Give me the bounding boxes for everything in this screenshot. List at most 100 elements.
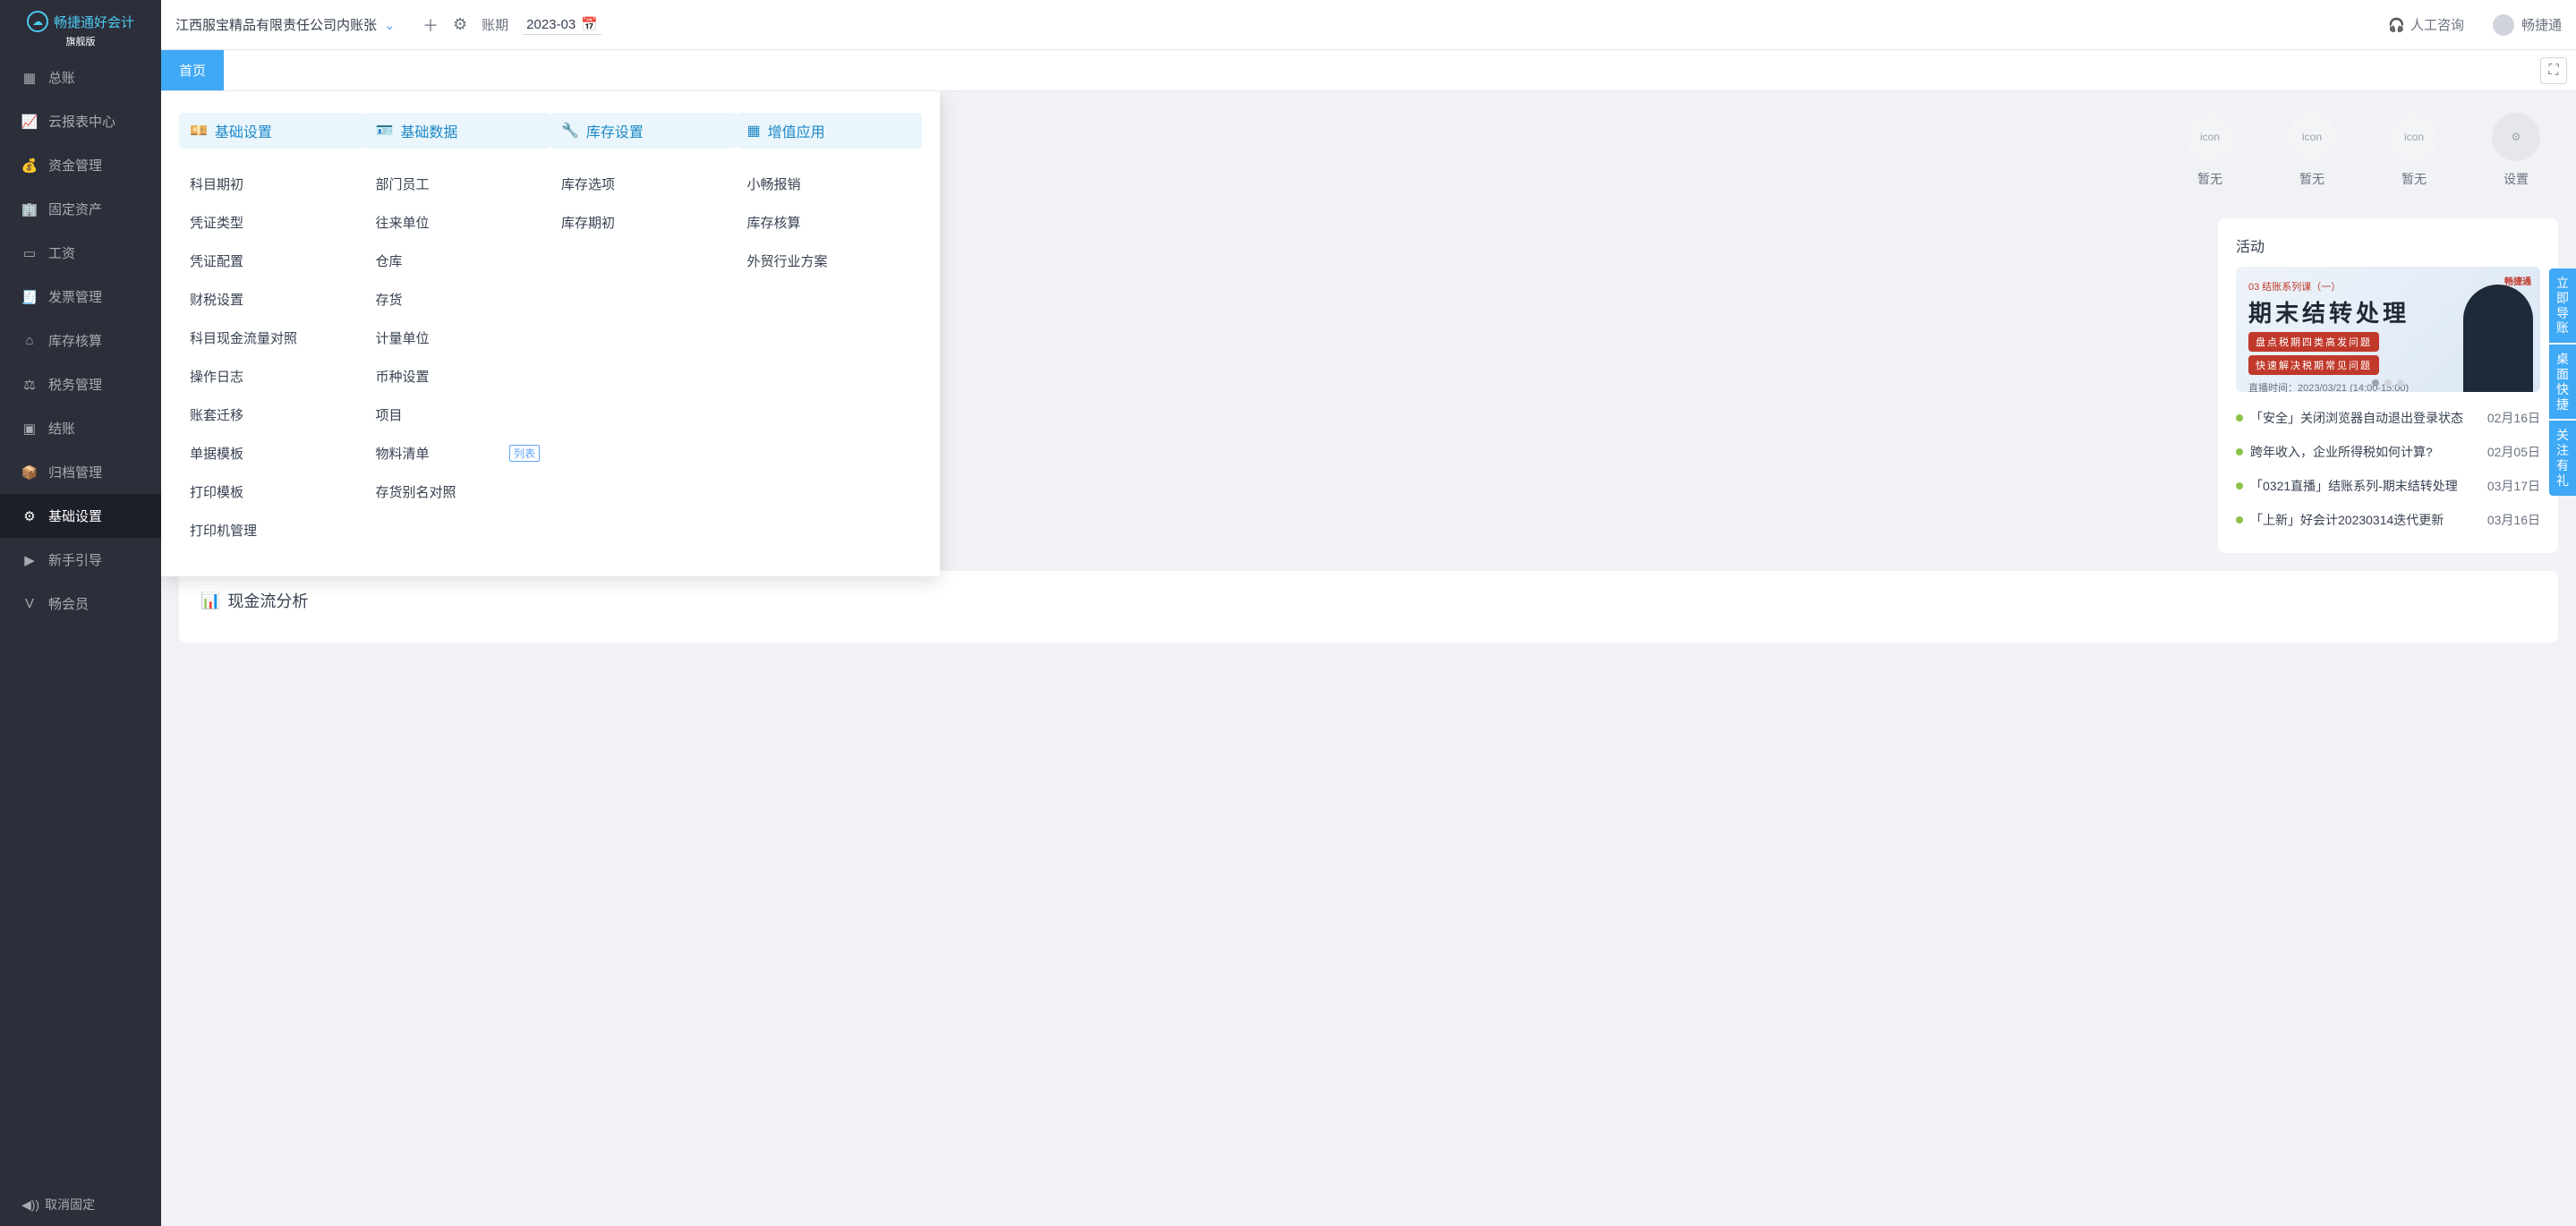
news-item[interactable]: 跨年收入，企业所得税如何计算?02月05日 — [2236, 435, 2540, 469]
float-follow-button[interactable]: 关注有礼 — [2549, 421, 2576, 495]
mega-item-goods-alias[interactable]: 存货别名对照 — [365, 473, 551, 511]
mega-item-voucher-config[interactable]: 凭证配置 — [179, 242, 365, 280]
quick-item-settings[interactable]: ⚙ 设置 — [2492, 113, 2540, 188]
float-import-button[interactable]: 立即导账 — [2549, 268, 2576, 343]
mega-header-value-added: ▦ 增值应用 — [737, 113, 923, 149]
banner-presenter-photo — [2463, 285, 2533, 392]
org-name: 江西服宝精品有限责任公司内账张 — [175, 15, 377, 34]
sidebar-item-settings[interactable]: ⚙基础设置 — [0, 494, 161, 538]
mega-header-basic-data: 🪪 基础数据 — [365, 113, 551, 149]
sidebar-item-tax[interactable]: ⚖税务管理 — [0, 362, 161, 406]
yen-note-icon: 💴 — [190, 122, 208, 140]
user-menu[interactable]: 畅捷通 — [2493, 14, 2562, 36]
float-shortcut-button[interactable]: 桌面快捷 — [2549, 345, 2576, 419]
sidebar-item-guide[interactable]: ▶新手引导 — [0, 538, 161, 582]
mega-item-doc-template[interactable]: 单据模板 — [179, 434, 365, 473]
org-selector[interactable]: 江西服宝精品有限责任公司内账张 ⌄ — [175, 15, 408, 34]
close-period-icon: ▣ — [21, 421, 38, 437]
mega-header-basic-settings: 💴 基础设置 — [179, 113, 365, 149]
mega-item-cashflow-mapping[interactable]: 科目现金流量对照 — [179, 319, 365, 357]
mega-item-inventory-initial[interactable]: 库存期初 — [550, 203, 737, 242]
calendar-icon: 📅 — [581, 16, 598, 32]
mega-item-print-template[interactable]: 打印模板 — [179, 473, 365, 511]
inventory-icon: ⌂ — [21, 333, 38, 349]
expand-icon: ⛶ — [2548, 63, 2558, 79]
wallet-icon: 💰 — [21, 158, 38, 174]
mega-item-bom[interactable]: 物料清单列表 — [365, 434, 551, 473]
gear-icon: ⚙ — [2492, 113, 2540, 161]
mega-item-inventory-options[interactable]: 库存选项 — [550, 165, 737, 203]
quick-item-empty-1[interactable]: icon 暂无 — [2186, 113, 2234, 188]
quick-item-empty-2[interactable]: icon 暂无 — [2288, 113, 2336, 188]
mega-item-stock-costing[interactable]: 库存核算 — [737, 203, 923, 242]
sidebar-nav: ▦总账 📈云报表中心 💰资金管理 🏢固定资产 ▭工资 🧾发票管理 ⌂库存核算 ⚖… — [0, 55, 161, 1183]
brand-name: 畅捷通好会计 — [54, 13, 134, 31]
sidebar-item-close[interactable]: ▣结账 — [0, 406, 161, 450]
dot-1[interactable] — [2372, 379, 2379, 387]
cashflow-panel: 📊 现金流分析 — [179, 571, 2558, 643]
archive-icon: 📦 — [21, 464, 38, 481]
mega-menu: 💴 基础设置 科目期初 凭证类型 凭证配置 财税设置 科目现金流量对照 操作日志… — [161, 91, 940, 576]
mega-item-contacts[interactable]: 往来单位 — [365, 203, 551, 242]
mega-item-currency[interactable]: 币种设置 — [365, 357, 551, 396]
mega-item-project[interactable]: 项目 — [365, 396, 551, 434]
mega-item-subject-initial[interactable]: 科目期初 — [179, 165, 365, 203]
gear-icon: ⚙ — [21, 508, 38, 524]
bullet-icon — [2236, 516, 2243, 524]
sidebar-item-ledger[interactable]: ▦总账 — [0, 55, 161, 99]
mega-col-inventory-settings: 🔧 库存设置 库存选项 库存期初 — [550, 113, 737, 549]
tag-list: 列表 — [509, 445, 540, 462]
activity-banner[interactable]: 畅捷通 03 结账系列课（一） 期末结转处理 盘点税期四类高发问题 快速解决税期… — [2236, 267, 2540, 392]
news-item[interactable]: 「上新」好会计20230314迭代更新03月16日 — [2236, 503, 2540, 537]
placeholder-icon: icon — [2288, 113, 2336, 161]
tabbar: 首页 ⛶ — [161, 50, 2576, 91]
support-button[interactable]: 🎧 人工咨询 — [2388, 15, 2464, 34]
mega-col-basic-data: 🪪 基础数据 部门员工 往来单位 仓库 存货 计量单位 币种设置 项目 物料清单… — [365, 113, 551, 549]
carousel-dots[interactable] — [2236, 379, 2540, 387]
tab-home[interactable]: 首页 — [161, 50, 224, 90]
avatar — [2493, 14, 2514, 36]
book-icon: ▦ — [21, 70, 38, 86]
sidebar-pin-toggle[interactable]: ◀)) 取消固定 — [0, 1183, 161, 1226]
news-item[interactable]: 「安全」关闭浏览器自动退出登录状态02月16日 — [2236, 401, 2540, 435]
mega-item-units[interactable]: 计量单位 — [365, 319, 551, 357]
sidebar-item-assets[interactable]: 🏢固定资产 — [0, 187, 161, 231]
sidebar-item-invoice[interactable]: 🧾发票管理 — [0, 275, 161, 319]
settings-button[interactable]: ⚙ — [453, 15, 467, 34]
mega-item-voucher-type[interactable]: 凭证类型 — [179, 203, 365, 242]
fullscreen-button[interactable]: ⛶ — [2540, 57, 2567, 84]
sidebar-item-payroll[interactable]: ▭工资 — [0, 231, 161, 275]
mega-item-foreign-trade[interactable]: 外贸行业方案 — [737, 242, 923, 280]
news-item[interactable]: 「0321直播」结账系列-期末结转处理03月17日 — [2236, 469, 2540, 503]
sidebar-item-reports[interactable]: 📈云报表中心 — [0, 99, 161, 143]
invoice-icon: 🧾 — [21, 289, 38, 305]
sidebar-item-funds[interactable]: 💰资金管理 — [0, 143, 161, 187]
mega-item-goods[interactable]: 存货 — [365, 280, 551, 319]
add-button[interactable]: ＋ — [422, 13, 439, 37]
mega-item-xiaochang-expense[interactable]: 小畅报销 — [737, 165, 923, 203]
activity-title: 活动 — [2236, 234, 2540, 256]
dot-2[interactable] — [2384, 379, 2392, 387]
sidebar-item-inventory[interactable]: ⌂库存核算 — [0, 319, 161, 362]
mega-item-employees[interactable]: 部门员工 — [365, 165, 551, 203]
quick-item-empty-3[interactable]: icon 暂无 — [2390, 113, 2438, 188]
mega-col-value-added: ▦ 增值应用 小畅报销 库存核算 外贸行业方案 — [737, 113, 923, 549]
wrench-icon: 🔧 — [561, 122, 579, 140]
mega-item-tax-settings[interactable]: 财税设置 — [179, 280, 365, 319]
mega-item-printer-manage[interactable]: 打印机管理 — [179, 511, 365, 549]
mega-item-account-migrate[interactable]: 账套迁移 — [179, 396, 365, 434]
activity-panel: 活动 畅捷通 03 结账系列课（一） 期末结转处理 盘点税期四类高发问题 快速解… — [2218, 218, 2558, 553]
dot-3[interactable] — [2397, 379, 2404, 387]
sidebar-item-member[interactable]: V畅会员 — [0, 582, 161, 626]
pay-icon: ▭ — [21, 245, 38, 261]
mega-item-warehouse[interactable]: 仓库 — [365, 242, 551, 280]
mega-item-operation-log[interactable]: 操作日志 — [179, 357, 365, 396]
bullet-icon — [2236, 414, 2243, 421]
chart-icon: 📈 — [21, 114, 38, 130]
mega-header-inventory-settings: 🔧 库存设置 — [550, 113, 737, 149]
topbar: 江西服宝精品有限责任公司内账张 ⌄ ＋ ⚙ 账期 2023-03 📅 🎧 人工咨… — [161, 0, 2576, 50]
sidebar-item-archive[interactable]: 📦归档管理 — [0, 450, 161, 494]
bullet-icon — [2236, 448, 2243, 455]
period-picker[interactable]: 2023-03 📅 — [523, 14, 601, 35]
content-area: 💴 基础设置 科目期初 凭证类型 凭证配置 财税设置 科目现金流量对照 操作日志… — [161, 91, 2576, 1226]
